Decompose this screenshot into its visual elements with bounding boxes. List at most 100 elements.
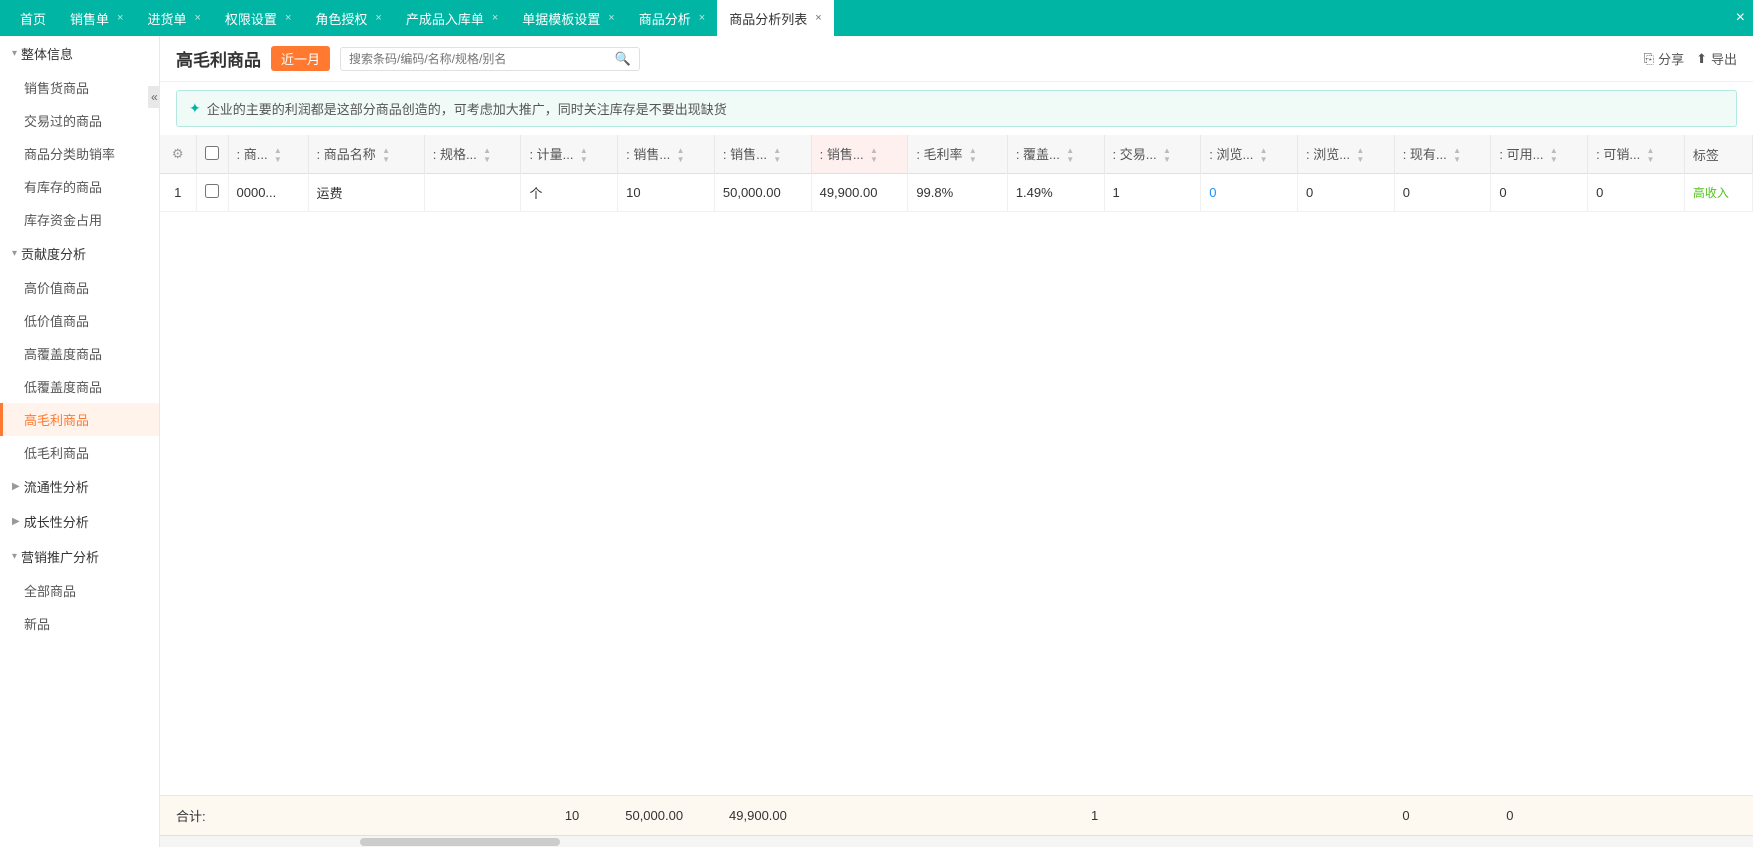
cell-checkbox[interactable] [196, 174, 228, 212]
footer-gross-rate-spacer [803, 808, 907, 823]
cell-spec [424, 174, 521, 212]
sidebar-group-growth[interactable]: ▶ 成长性分析 [0, 504, 159, 539]
col-settings[interactable]: ⚙ [160, 135, 196, 174]
sidebar-item-low-value[interactable]: 低价值商品 [0, 304, 159, 337]
footer-sales-cost: 49,900.00 [699, 808, 803, 823]
nav-analysis-list-label: 商品分析列表 [729, 9, 807, 28]
col-available-stock[interactable]: : 可用... ▲▼ [1491, 135, 1588, 174]
nav-purchase[interactable]: 进货单 × [135, 0, 212, 36]
nav-analysis[interactable]: 商品分析 × [627, 0, 717, 36]
col-sales-cost[interactable]: : 销售... ▲▼ [811, 135, 908, 174]
nav-analysis-list-close[interactable]: × [815, 12, 821, 24]
nav-analysis-list[interactable]: 商品分析列表 × [717, 0, 833, 36]
group-marketing-label: 营销推广分析 [21, 547, 99, 566]
search-input[interactable] [349, 52, 609, 66]
group-flow-label: 流通性分析 [24, 477, 89, 496]
select-all-checkbox[interactable] [205, 146, 219, 160]
sidebar-item-low-coverage[interactable]: 低覆盖度商品 [0, 370, 159, 403]
nav-role[interactable]: 角色授权 × [303, 0, 393, 36]
page-title: 高毛利商品 [176, 46, 261, 71]
cell-saleable-stock: 0 [1588, 174, 1685, 212]
col-gross-rate[interactable]: : 毛利率 ▲▼ [908, 135, 1008, 174]
footer-tag-spacer [1633, 808, 1737, 823]
sidebar-item-traded-goods[interactable]: 交易过的商品 [0, 104, 159, 137]
cell-row-num: 1 [160, 174, 196, 212]
cell-transactions: 1 [1104, 174, 1201, 212]
nav-permission-close[interactable]: × [285, 12, 291, 24]
col-name[interactable]: : 商品名称 ▲▼ [308, 135, 424, 174]
sidebar-item-high-margin[interactable]: 高毛利商品 [0, 403, 159, 436]
footer-cells: 10 50,000.00 49,900.00 1 0 0 [256, 808, 1737, 823]
cell-views1[interactable]: 0 [1201, 174, 1298, 212]
sidebar-item-in-stock[interactable]: 有库存的商品 [0, 170, 159, 203]
col-unit[interactable]: : 计量... ▲▼ [521, 135, 618, 174]
cell-sales-qty: 10 [618, 174, 715, 212]
search-box: 🔍 [340, 47, 640, 71]
export-button[interactable]: ⬆ 导出 [1696, 49, 1737, 68]
footer-sales-amount: 50,000.00 [595, 808, 699, 823]
search-icon[interactable]: 🔍 [615, 51, 631, 67]
sidebar-group-flow[interactable]: ▶ 流通性分析 [0, 469, 159, 504]
data-table: ⚙ : 商... ▲▼ : 商品名称 ▲▼ [160, 135, 1753, 212]
col-sales-qty[interactable]: : 销售... ▲▼ [618, 135, 715, 174]
sidebar-item-high-value[interactable]: 高价值商品 [0, 271, 159, 304]
col-current-stock[interactable]: : 现有... ▲▼ [1394, 135, 1491, 174]
nav-purchase-close[interactable]: × [194, 12, 200, 24]
content-area: 高毛利商品 近一月 🔍 ⎘ 分享 ⬆ 导出 ✦ 企业的主要的利润都是这部分商品创… [160, 36, 1753, 847]
col-sales-amount[interactable]: : 销售... ▲▼ [714, 135, 811, 174]
info-text: 企业的主要的利润都是这部分商品创造的，可考虑加大推广，同时关注库存是不要出现缺货 [207, 99, 727, 118]
footer-transactions: 1 [1010, 808, 1114, 823]
col-tag: 标签 [1684, 135, 1752, 174]
nav-analysis-close[interactable]: × [699, 12, 705, 24]
col-views2[interactable]: : 浏览... ▲▼ [1297, 135, 1394, 174]
export-label: 导出 [1711, 49, 1737, 68]
nav-role-close[interactable]: × [375, 12, 381, 24]
sidebar-item-new-goods[interactable]: 新品 [0, 607, 159, 640]
sidebar-collapse-button[interactable]: « [148, 86, 160, 108]
cell-current-stock: 0 [1394, 174, 1491, 212]
info-icon: ✦ [189, 100, 201, 117]
export-icon: ⬆ [1696, 51, 1707, 67]
col-saleable-stock[interactable]: : 可销... ▲▼ [1588, 135, 1685, 174]
tag-badge: 高收入 [1693, 186, 1729, 200]
row-checkbox[interactable] [205, 184, 219, 198]
settings-icon[interactable]: ⚙ [172, 146, 184, 161]
sidebar-item-all-goods[interactable]: 全部商品 [0, 574, 159, 607]
nav-permission[interactable]: 权限设置 × [213, 0, 303, 36]
sidebar-item-sales-goods[interactable]: 销售货商品 [0, 71, 159, 104]
close-all-button[interactable]: × [1736, 9, 1745, 27]
col-transactions[interactable]: : 交易... ▲▼ [1104, 135, 1201, 174]
cell-unit: 个 [521, 174, 618, 212]
filter-period-button[interactable]: 近一月 [271, 46, 330, 71]
share-button[interactable]: ⎘ 分享 [1644, 49, 1684, 68]
col-spec[interactable]: : 规格... ▲▼ [424, 135, 521, 174]
nav-stock-in[interactable]: 产成品入库单 × [394, 0, 510, 36]
group-growth-label: 成长性分析 [24, 512, 89, 531]
footer-views1-spacer [1114, 808, 1218, 823]
sidebar-item-category-rate[interactable]: 商品分类助销率 [0, 137, 159, 170]
nav-sales-close[interactable]: × [117, 12, 123, 24]
col-coverage[interactable]: : 覆盖... ▲▼ [1007, 135, 1104, 174]
nav-sales[interactable]: 销售单 × [58, 0, 135, 36]
horizontal-scrollbar[interactable] [160, 835, 1753, 847]
table-header-row: ⚙ : 商... ▲▼ : 商品名称 ▲▼ [160, 135, 1753, 174]
col-code[interactable]: : 商... ▲▼ [228, 135, 308, 174]
col-views1[interactable]: : 浏览... ▲▼ [1201, 135, 1298, 174]
sidebar-group-marketing[interactable]: ▾ 营销推广分析 [0, 539, 159, 574]
header-actions: ⎘ 分享 ⬆ 导出 [1644, 49, 1737, 68]
group-growth-arrow: ▶ [12, 516, 20, 527]
sidebar-group-contribution[interactable]: ▾ 贡献度分析 [0, 236, 159, 271]
sidebar-item-low-margin[interactable]: 低毛利商品 [0, 436, 159, 469]
content-header: 高毛利商品 近一月 🔍 ⎘ 分享 ⬆ 导出 [160, 36, 1753, 82]
cell-sales-cost: 49,900.00 [811, 174, 908, 212]
sidebar-item-stock-capital[interactable]: 库存资金占用 [0, 203, 159, 236]
nav-template[interactable]: 单据模板设置 × [510, 0, 626, 36]
footer-spacer [256, 808, 491, 823]
sidebar-item-high-coverage[interactable]: 高覆盖度商品 [0, 337, 159, 370]
nav-home[interactable]: 首页 [8, 0, 58, 36]
nav-stock-in-close[interactable]: × [492, 12, 498, 24]
footer-bar: 合计: 10 50,000.00 49,900.00 1 0 0 [160, 795, 1753, 835]
scrollbar-thumb[interactable] [360, 838, 560, 846]
nav-template-close[interactable]: × [608, 12, 614, 24]
sidebar-group-overall[interactable]: ▾ 整体信息 [0, 36, 159, 71]
